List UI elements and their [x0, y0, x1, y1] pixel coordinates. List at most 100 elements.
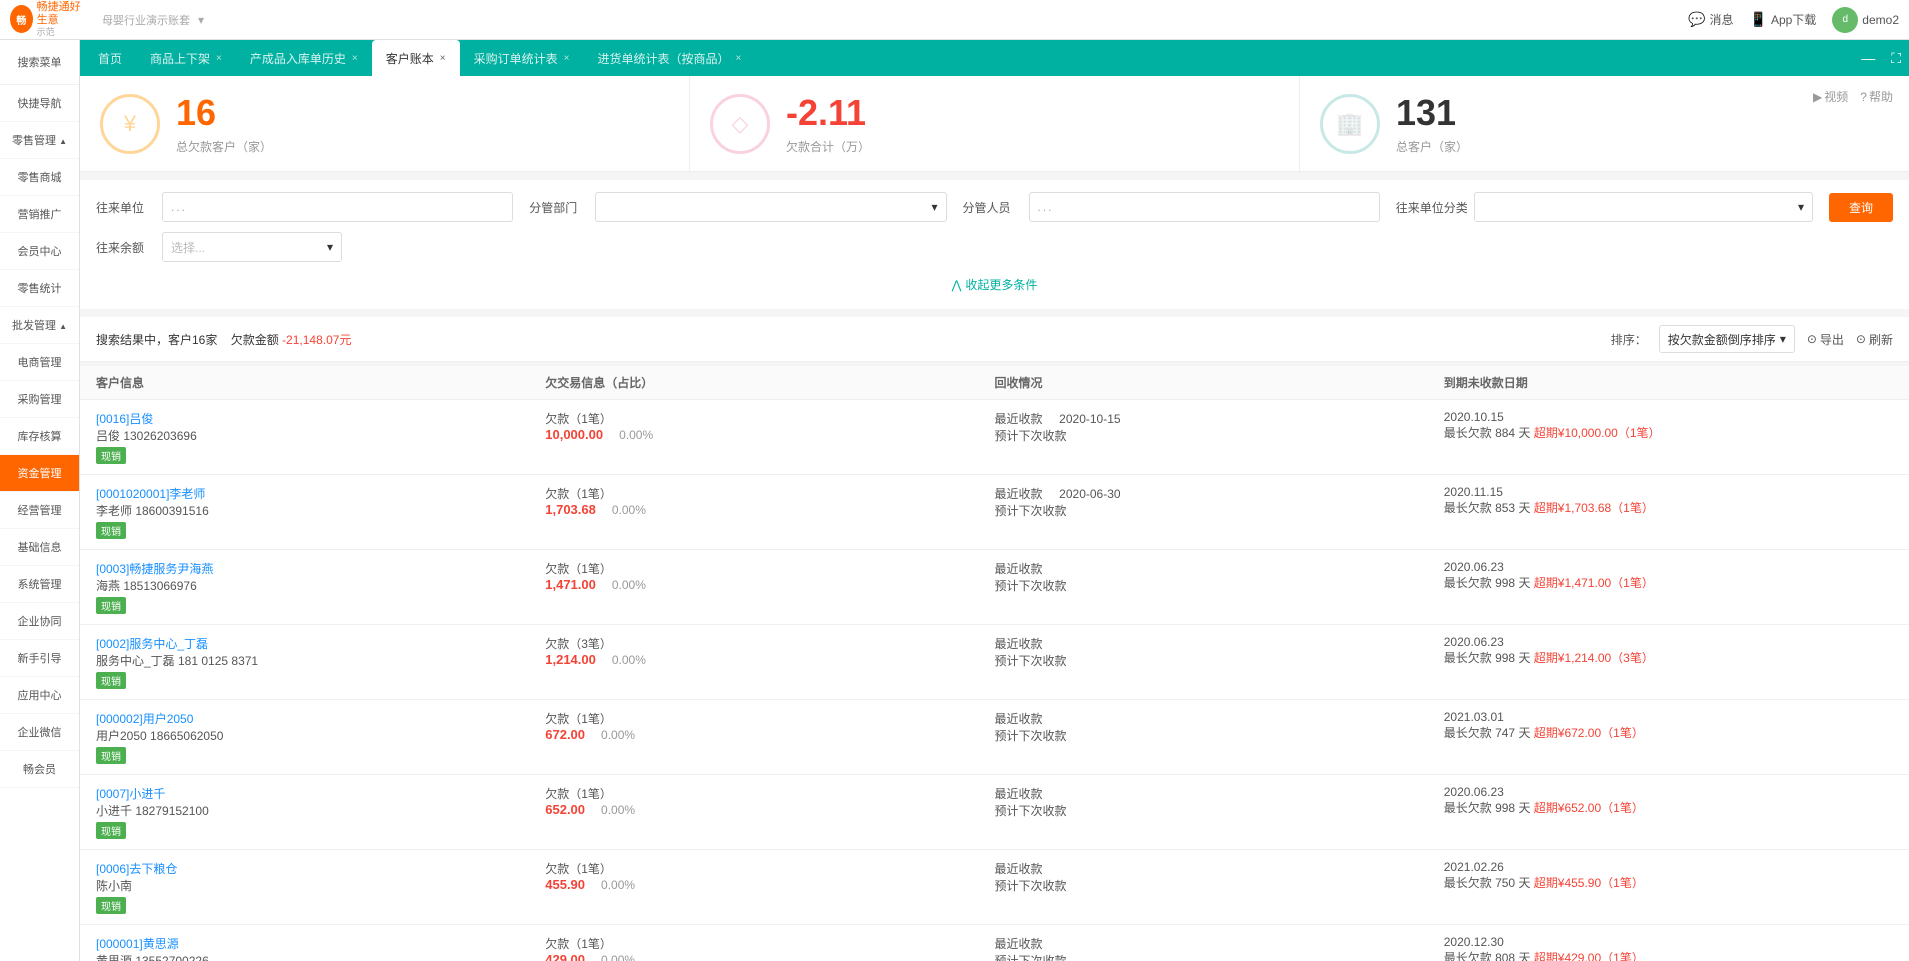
- close-icon[interactable]: ×: [216, 53, 222, 64]
- overdue-link[interactable]: 超期¥652.00（1笔）: [1534, 801, 1644, 815]
- due-date-info: 2020.11.15 最长欠款 853 天 超期¥1,703.68（1笔）: [1444, 485, 1893, 516]
- table-row: [000001]黄思源 黄思源 13552700226 现销 欠款（1笔） 42…: [80, 925, 1909, 961]
- sidebar-item-app-center[interactable]: 应用中心: [0, 677, 79, 714]
- sidebar-item-batch-mgmt[interactable]: 批发管理 ▲: [0, 307, 79, 344]
- tab-product-history[interactable]: 产成品入库单历史 ×: [236, 40, 372, 76]
- due-date-info: 2021.03.01 最长欠款 747 天 超期¥672.00（1笔）: [1444, 710, 1893, 741]
- sort-select[interactable]: 按欠款金额倒序排序 ▾: [1659, 325, 1795, 353]
- due-date-info: 2020.12.30 最长欠款 808 天 超期¥429.00（1笔）: [1444, 935, 1893, 961]
- filter-select-dept[interactable]: ▾: [595, 192, 946, 222]
- sidebar-item-inventory[interactable]: 库存核算: [0, 418, 79, 455]
- customer-info: [0006]去下粮仓 陈小南 现销: [96, 860, 545, 914]
- debt-info: 欠款（1笔） 652.00 0.00%: [545, 785, 994, 817]
- sidebar-item-vip-member[interactable]: 畅会员: [0, 751, 79, 788]
- sidebar-item-enterprise-wechat[interactable]: 企业微信: [0, 714, 79, 751]
- tab-purchase-stats[interactable]: 采购订单统计表 ×: [460, 40, 584, 76]
- help-icon: ?: [1860, 90, 1867, 104]
- sidebar-item-marketing[interactable]: 营销推广: [0, 196, 79, 233]
- app-wrapper: 畅 畅捷通好生意 示范 母婴行业演示账套 ▾ 💬 消息 📱 App下载 d de…: [0, 0, 1909, 961]
- overdue-link[interactable]: 超期¥429.00（1笔）: [1534, 951, 1644, 961]
- close-icon[interactable]: ×: [440, 53, 446, 64]
- tab-home[interactable]: 首页: [84, 40, 136, 76]
- results-bar: 搜索结果中，客户16家 欠款金额 -21,148.07元 排序： 按欠款金额倒序…: [80, 317, 1909, 362]
- help-btn[interactable]: ? 帮助: [1860, 88, 1893, 105]
- table-row: [0007]小进千 小进千 18279152100 现销 欠款（1笔） 652.…: [80, 775, 1909, 850]
- sidebar-item-new-guide[interactable]: 新手引导: [0, 640, 79, 677]
- customer-tag: 现销: [96, 747, 126, 764]
- tabs-maximize-btn[interactable]: ⛶: [1887, 50, 1905, 67]
- collapse-button[interactable]: ⋀ 收起更多条件: [952, 276, 1038, 293]
- overdue-link[interactable]: 超期¥1,471.00（1笔）: [1534, 576, 1654, 590]
- col-due-date: 到期未收款日期: [1444, 374, 1893, 391]
- close-icon[interactable]: ×: [352, 53, 358, 64]
- query-button[interactable]: 查询: [1829, 193, 1893, 222]
- tab-import-stats[interactable]: 进货单统计表（按商品） ×: [583, 40, 755, 76]
- refresh-btn[interactable]: ⊙ 刷新: [1856, 331, 1893, 348]
- recovery-info: 最近收款 预计下次收款: [995, 710, 1444, 744]
- tabs-minimize-btn[interactable]: —: [1857, 50, 1879, 66]
- sidebar-item-purchase[interactable]: 采购管理: [0, 381, 79, 418]
- video-btn[interactable]: ▶ 视频: [1813, 88, 1848, 105]
- customer-name-link[interactable]: [0002]服务中心_丁磊: [96, 637, 208, 651]
- debt-info: 欠款（1笔） 1,471.00 0.00%: [545, 560, 994, 592]
- debt-info: 欠款（1笔） 429.00 0.00%: [545, 935, 994, 961]
- filter-input-unit[interactable]: ...: [162, 192, 513, 222]
- filter-input-person[interactable]: ...: [1029, 192, 1380, 222]
- customer-phone: 服务中心_丁磊 181 0125 8371: [96, 652, 545, 669]
- customer-name-link[interactable]: [000002]用户2050: [96, 712, 193, 726]
- top-right: 💬 消息 📱 App下载 d demo2: [1688, 7, 1899, 33]
- sidebar-item-member[interactable]: 会员中心: [0, 233, 79, 270]
- overdue-link[interactable]: 超期¥1,214.00（3笔）: [1534, 651, 1654, 665]
- overdue-link[interactable]: 超期¥10,000.00（1笔）: [1534, 426, 1661, 440]
- suite-dropdown-icon[interactable]: ▾: [198, 13, 204, 27]
- customer-name-link[interactable]: [0001020001]李老师: [96, 487, 205, 501]
- filter-select-balance[interactable]: 选择... ▾: [162, 232, 342, 262]
- sidebar-item-quick-nav[interactable]: 快捷导航: [0, 85, 79, 122]
- filter-select-category[interactable]: ▾: [1474, 192, 1813, 222]
- customer-tag: 现销: [96, 522, 126, 539]
- overdue-link[interactable]: 超期¥455.90（1笔）: [1534, 876, 1644, 890]
- customer-name-link[interactable]: [0016]吕俊: [96, 412, 153, 426]
- tab-customer-account[interactable]: 客户账本 ×: [372, 40, 460, 76]
- chevron-down-icon: ▾: [1780, 332, 1786, 346]
- search-menu-btn[interactable]: 搜索菜单: [0, 48, 79, 76]
- customer-phone: 用户2050 18665062050: [96, 727, 545, 744]
- customer-tag: 现销: [96, 447, 126, 464]
- customers-icon: 🏢: [1320, 94, 1380, 154]
- sidebar: 搜索菜单 快捷导航 零售管理 ▲ 零售商城 营销推广 会员中心 零售统计 批发管…: [0, 40, 80, 961]
- sidebar-item-enterprise-coop[interactable]: 企业协同: [0, 603, 79, 640]
- sidebar-item-ops[interactable]: 经营管理: [0, 492, 79, 529]
- table-row: [0001020001]李老师 李老师 18600391516 现销 欠款（1笔…: [80, 475, 1909, 550]
- debt-info: 欠款（1笔） 455.90 0.00%: [545, 860, 994, 892]
- recovery-info: 最近收款 预计下次收款: [995, 935, 1444, 961]
- video-icon: ▶: [1813, 90, 1822, 104]
- customer-name-link[interactable]: [0003]畅捷服务尹海燕: [96, 562, 213, 576]
- sidebar-item-retail-mgmt[interactable]: 零售管理 ▲: [0, 122, 79, 159]
- app-download-btn[interactable]: 📱 App下载: [1750, 11, 1817, 28]
- customer-name-link[interactable]: [000001]黄思源: [96, 937, 179, 951]
- sidebar-item-basic-info[interactable]: 基础信息: [0, 529, 79, 566]
- table-header: 客户信息 欠交易信息（占比） 回收情况 到期未收款日期: [80, 366, 1909, 400]
- message-btn[interactable]: 💬 消息: [1688, 11, 1733, 28]
- customer-name-link[interactable]: [0007]小进千: [96, 787, 165, 801]
- overdue-link[interactable]: 超期¥1,703.68（1笔）: [1534, 501, 1654, 515]
- tab-product-toggle[interactable]: 商品上下架 ×: [136, 40, 236, 76]
- close-icon[interactable]: ×: [564, 53, 570, 64]
- due-date-info: 2020.06.23 最长欠款 998 天 超期¥1,214.00（3笔）: [1444, 635, 1893, 666]
- sidebar-item-sys-mgmt[interactable]: 系统管理: [0, 566, 79, 603]
- filter-item-dept: 分管部门 ▾: [529, 192, 946, 222]
- close-icon[interactable]: ×: [735, 53, 741, 64]
- due-date-info: 2020.10.15 最长欠款 884 天 超期¥10,000.00（1笔）: [1444, 410, 1893, 441]
- filter-item-balance: 往来余额 选择... ▾: [96, 232, 1893, 262]
- customer-info: [000002]用户2050 用户2050 18665062050 现销: [96, 710, 545, 764]
- export-btn[interactable]: ⊙ 导出: [1807, 331, 1844, 348]
- recovery-info: 最近收款 2020-06-30 预计下次收款: [995, 485, 1444, 519]
- debtors-label: 总欠款客户（家）: [176, 138, 272, 155]
- sidebar-item-retail-stats[interactable]: 零售统计: [0, 270, 79, 307]
- user-menu[interactable]: d demo2: [1832, 7, 1899, 33]
- customer-name-link[interactable]: [0006]去下粮仓: [96, 862, 177, 876]
- sidebar-item-ecommerce[interactable]: 电商管理: [0, 344, 79, 381]
- sidebar-item-finance[interactable]: 资金管理: [0, 455, 79, 492]
- sidebar-item-retail-mall[interactable]: 零售商城: [0, 159, 79, 196]
- overdue-link[interactable]: 超期¥672.00（1笔）: [1534, 726, 1644, 740]
